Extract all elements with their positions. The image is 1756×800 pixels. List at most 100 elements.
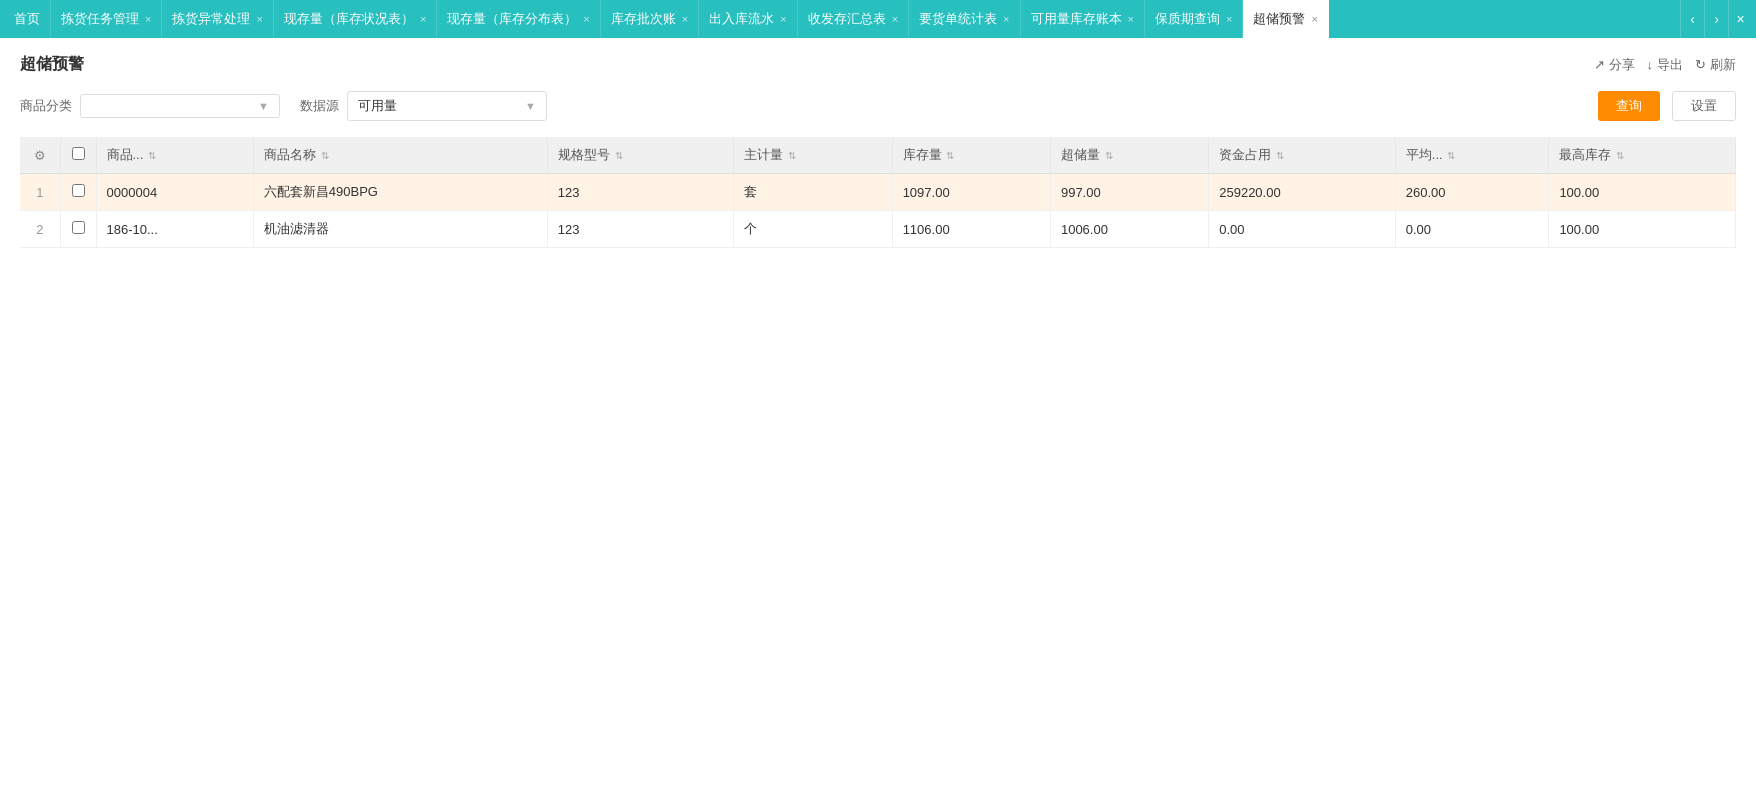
sort-icon-overstock: ⇅ — [1102, 150, 1113, 161]
col-header-overstock[interactable]: 超储量 ⇅ — [1050, 137, 1208, 174]
nav-item-close-icon[interactable]: × — [682, 13, 688, 25]
refresh-button[interactable]: ↻ 刷新 — [1695, 56, 1736, 74]
page-content: 超储预警 ↗ 分享 ↓ 导出 ↻ 刷新 商品分类 ▼ 数据源 — [0, 38, 1756, 800]
cell-avg: 0.00 — [1395, 211, 1549, 248]
data-table: ⚙ 商品... ⇅商品名称 ⇅规格型号 ⇅主计量 ⇅库存量 ⇅超储量 ⇅资金占用 … — [20, 137, 1736, 248]
nav-item-7[interactable]: 收发存汇总表 × — [798, 0, 909, 38]
nav-item-3[interactable]: 现存量（库存状况表）× — [274, 0, 437, 38]
nav-item-close-icon[interactable]: × — [892, 13, 898, 25]
table-header: ⚙ 商品... ⇅商品名称 ⇅规格型号 ⇅主计量 ⇅库存量 ⇅超储量 ⇅资金占用 … — [20, 137, 1736, 174]
nav-item-2[interactable]: 拣货异常处理 × — [162, 0, 273, 38]
sort-icon-unit: ⇅ — [785, 150, 796, 161]
nav-item-label: 首页 — [14, 10, 40, 28]
nav-item-5[interactable]: 库存批次账 × — [601, 0, 699, 38]
cell-product_code: 186-10... — [96, 211, 253, 248]
cell-spec: 123 — [547, 211, 734, 248]
settings-button[interactable]: 设置 — [1672, 91, 1736, 121]
category-chevron-icon: ▼ — [258, 100, 269, 112]
datasource-chevron-icon: ▼ — [525, 100, 536, 112]
nav-item-close-icon[interactable]: × — [1003, 13, 1009, 25]
sort-icon-capital: ⇅ — [1273, 150, 1284, 161]
datasource-select[interactable]: 可用量 ▼ — [347, 91, 547, 121]
col-header-stock[interactable]: 库存量 ⇅ — [892, 137, 1050, 174]
datasource-label: 数据源 — [300, 97, 339, 115]
nav-item-0[interactable]: 首页 — [4, 0, 51, 38]
sort-icon-spec: ⇅ — [612, 150, 623, 161]
row-checkbox-cell[interactable] — [60, 174, 96, 211]
cell-overstock: 997.00 — [1050, 174, 1208, 211]
row-gear-cell: 1 — [20, 174, 60, 211]
nav-arrows: ‹ › × — [1680, 0, 1752, 38]
page-header: 超储预警 ↗ 分享 ↓ 导出 ↻ 刷新 — [20, 54, 1736, 75]
nav-item-9[interactable]: 可用量库存账本 × — [1021, 0, 1145, 38]
cell-spec: 123 — [547, 174, 734, 211]
col-header-max_stock[interactable]: 最高库存 ⇅ — [1549, 137, 1736, 174]
nav-item-label: 收发存汇总表 — [808, 10, 886, 28]
sort-icon-stock: ⇅ — [944, 150, 955, 161]
nav-item-6[interactable]: 出入库流水 × — [699, 0, 797, 38]
nav-item-close-icon[interactable]: × — [780, 13, 786, 25]
nav-close-arrow[interactable]: × — [1728, 0, 1752, 38]
nav-item-8[interactable]: 要货单统计表× — [909, 0, 1020, 38]
cell-avg: 260.00 — [1395, 174, 1549, 211]
row-checkbox-cell[interactable] — [60, 211, 96, 248]
refresh-icon: ↻ — [1695, 57, 1706, 72]
page-actions: ↗ 分享 ↓ 导出 ↻ 刷新 — [1594, 56, 1737, 74]
col-header-checkbox — [60, 137, 96, 174]
page-title: 超储预警 — [20, 54, 84, 75]
col-header-product_name[interactable]: 商品名称 ⇅ — [253, 137, 547, 174]
share-button[interactable]: ↗ 分享 — [1594, 56, 1635, 74]
cell-product_name: 六配套新昌490BPG — [253, 174, 547, 211]
col-header-unit[interactable]: 主计量 ⇅ — [734, 137, 892, 174]
cell-capital: 259220.00 — [1209, 174, 1396, 211]
cell-unit: 套 — [734, 174, 892, 211]
filter-buttons: 查询 设置 — [1598, 91, 1736, 121]
category-filter-group: 商品分类 ▼ — [20, 94, 280, 118]
gear-icon[interactable]: ⚙ — [34, 148, 46, 163]
share-icon: ↗ — [1594, 57, 1605, 72]
sort-icon-avg: ⇅ — [1445, 150, 1456, 161]
nav-item-label: 拣货异常处理 — [172, 10, 250, 28]
category-select[interactable]: ▼ — [80, 94, 280, 118]
row-checkbox[interactable] — [72, 221, 85, 234]
nav-item-1[interactable]: 拣货任务管理 × — [51, 0, 162, 38]
top-navigation: 首页拣货任务管理×拣货异常处理×现存量（库存状况表）×现存量（库存分布表）×库存… — [0, 0, 1756, 38]
col-header-capital[interactable]: 资金占用 ⇅ — [1209, 137, 1396, 174]
nav-item-close-icon[interactable]: × — [420, 13, 426, 25]
col-header-avg[interactable]: 平均... ⇅ — [1395, 137, 1549, 174]
row-gear-cell: 2 — [20, 211, 60, 248]
nav-prev-arrow[interactable]: ‹ — [1680, 0, 1704, 38]
cell-overstock: 1006.00 — [1050, 211, 1208, 248]
nav-item-11[interactable]: 超储预警× — [1243, 0, 1328, 38]
cell-stock: 1106.00 — [892, 211, 1050, 248]
nav-item-label: 保质期查询 — [1155, 10, 1220, 28]
select-all-checkbox[interactable] — [72, 147, 85, 160]
cell-unit: 个 — [734, 211, 892, 248]
nav-item-close-icon[interactable]: × — [1226, 13, 1232, 25]
cell-max_stock: 100.00 — [1549, 174, 1736, 211]
nav-item-label: 库存批次账 — [611, 10, 676, 28]
col-header-product_code[interactable]: 商品... ⇅ — [96, 137, 253, 174]
nav-item-close-icon[interactable]: × — [145, 13, 151, 25]
sort-icon-product_name: ⇅ — [318, 150, 329, 161]
query-button[interactable]: 查询 — [1598, 91, 1660, 121]
col-header-spec[interactable]: 规格型号 ⇅ — [547, 137, 734, 174]
cell-product_code: 0000004 — [96, 174, 253, 211]
nav-item-close-icon[interactable]: × — [256, 13, 262, 25]
nav-item-close-icon[interactable]: × — [1128, 13, 1134, 25]
nav-next-arrow[interactable]: › — [1704, 0, 1728, 38]
export-button[interactable]: ↓ 导出 — [1647, 56, 1684, 74]
nav-item-label: 可用量库存账本 — [1031, 10, 1122, 28]
sort-icon-product_code: ⇅ — [145, 150, 156, 161]
nav-item-label: 现存量（库存分布表） — [447, 10, 577, 28]
nav-item-label: 拣货任务管理 — [61, 10, 139, 28]
nav-item-close-icon[interactable]: × — [1311, 13, 1317, 25]
nav-item-label: 出入库流水 — [709, 10, 774, 28]
row-checkbox[interactable] — [72, 184, 85, 197]
sort-icon-max_stock: ⇅ — [1613, 150, 1624, 161]
nav-item-4[interactable]: 现存量（库存分布表） × — [437, 0, 600, 38]
nav-item-close-icon[interactable]: × — [583, 13, 589, 25]
table-row[interactable]: 10000004六配套新昌490BPG123套1097.00997.002592… — [20, 174, 1736, 211]
table-row[interactable]: 2186-10...机油滤清器123个1106.001006.000.000.0… — [20, 211, 1736, 248]
nav-item-10[interactable]: 保质期查询 × — [1145, 0, 1243, 38]
